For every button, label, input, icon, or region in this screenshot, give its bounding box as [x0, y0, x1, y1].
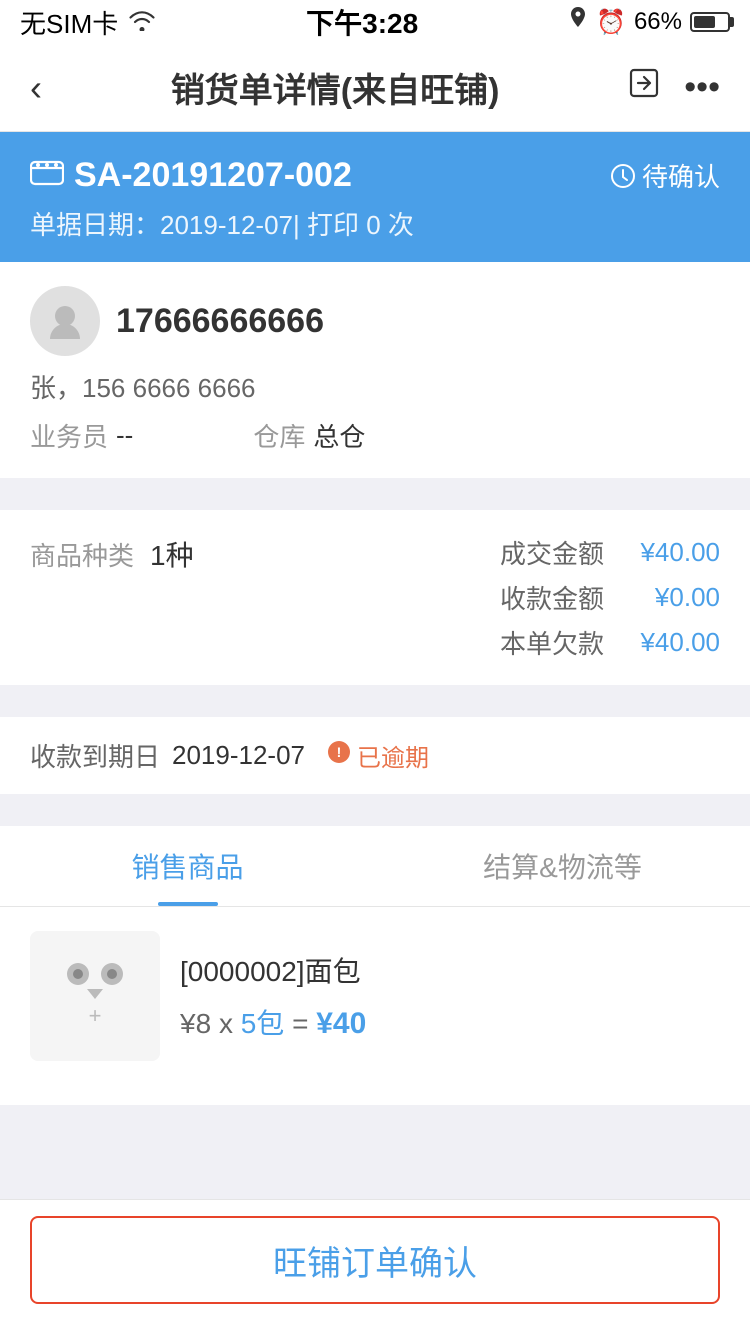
battery-icon	[690, 12, 730, 32]
overdue-text: 已逾期	[357, 738, 429, 773]
customer-name: 张，156 6666 6666	[30, 368, 720, 405]
summary-card: 商品种类 1种 成交金额 ¥40.00 收款金额 ¥0.00 本单欠款 ¥40.…	[0, 510, 750, 685]
due-label: 本单欠款	[500, 624, 604, 661]
svg-text:!: !	[337, 744, 342, 760]
due-date-label: 收款到期日	[30, 737, 160, 774]
order-date: 单据日期：2019-12-07| 打印 0 次	[30, 205, 720, 242]
product-image: +	[30, 931, 160, 1061]
product-owl-logo: +	[67, 963, 123, 1029]
carrier-text: 无SIM卡	[20, 4, 118, 41]
order-header: SA-20191207-002 待确认 单据日期：2019-12-07| 打印 …	[0, 132, 750, 262]
customer-meta: 业务员 -- 仓库 总仓	[30, 417, 720, 454]
sales-rep-value: --	[116, 420, 133, 451]
warehouse-value: 总仓	[313, 417, 365, 454]
order-status: 待确认	[610, 157, 720, 194]
product-total: ¥40	[316, 1007, 366, 1040]
equals-sign: =	[292, 1008, 308, 1039]
customer-phone: 17666666666	[116, 302, 324, 341]
nav-actions: •••	[628, 67, 720, 108]
received-value: ¥0.00	[620, 582, 720, 613]
product-price-row: ¥8 x 5包 = ¥40	[180, 1002, 720, 1042]
product-item: + [0000002]面包 ¥8 x 5包 = ¥40	[0, 907, 750, 1085]
tabs: 销售商品 结算&物流等	[0, 826, 750, 907]
status-left: 无SIM卡	[20, 4, 156, 41]
overdue-badge: ! 已逾期	[327, 738, 429, 773]
product-price: ¥8	[180, 1008, 211, 1039]
summary-right: 成交金额 ¥40.00 收款金额 ¥0.00 本单欠款 ¥40.00	[500, 534, 720, 661]
wifi-icon	[128, 7, 156, 38]
status-bar: 无SIM卡 下午3:28 ⏰ 66%	[0, 0, 750, 44]
product-section: + [0000002]面包 ¥8 x 5包 = ¥40	[0, 907, 750, 1105]
bottom-section: 旺铺订单确认	[0, 1199, 750, 1334]
due-date-value: 2019-12-07	[172, 740, 305, 771]
more-button[interactable]: •••	[684, 68, 720, 107]
overdue-icon: !	[327, 740, 351, 771]
product-name: [0000002]面包	[180, 950, 720, 990]
tab-settlement-logistics[interactable]: 结算&物流等	[375, 826, 750, 906]
due-value: ¥40.00	[620, 627, 720, 658]
share-button[interactable]	[628, 67, 660, 108]
received-label: 收款金额	[500, 579, 604, 616]
customer-card: 17666666666 张，156 6666 6666 业务员 -- 仓库 总仓	[0, 262, 750, 478]
owl-plus-text: +	[89, 1003, 102, 1029]
product-qty: 5包	[241, 1008, 285, 1039]
nav-bar: ‹ 销货单详情(来自旺铺) •••	[0, 44, 750, 132]
sales-rep-label: 业务员	[30, 417, 108, 454]
confirm-order-button[interactable]: 旺铺订单确认	[30, 1216, 720, 1304]
product-type-value: 1种	[150, 534, 194, 574]
battery-text: 66%	[634, 8, 682, 36]
order-icon	[30, 156, 64, 195]
avatar	[30, 286, 100, 356]
warehouse-label: 仓库	[253, 417, 305, 454]
back-button[interactable]: ‹	[30, 67, 42, 109]
product-info: [0000002]面包 ¥8 x 5包 = ¥40	[180, 950, 720, 1042]
product-type-label: 商品种类	[30, 536, 134, 573]
alarm-icon: ⏰	[596, 8, 626, 37]
multiply-sign: x	[219, 1008, 233, 1039]
tab-sales-products[interactable]: 销售商品	[0, 826, 375, 906]
page-title: 销货单详情(来自旺铺)	[171, 63, 500, 112]
due-date-card: 收款到期日 2019-12-07 ! 已逾期	[0, 717, 750, 794]
status-right: ⏰ 66%	[568, 7, 730, 38]
amount-value: ¥40.00	[620, 537, 720, 568]
amount-label: 成交金额	[500, 534, 604, 571]
location-icon	[568, 7, 588, 38]
tab-indicator	[158, 902, 218, 906]
status-time: 下午3:28	[306, 2, 418, 42]
order-number: SA-20191207-002	[30, 156, 352, 195]
